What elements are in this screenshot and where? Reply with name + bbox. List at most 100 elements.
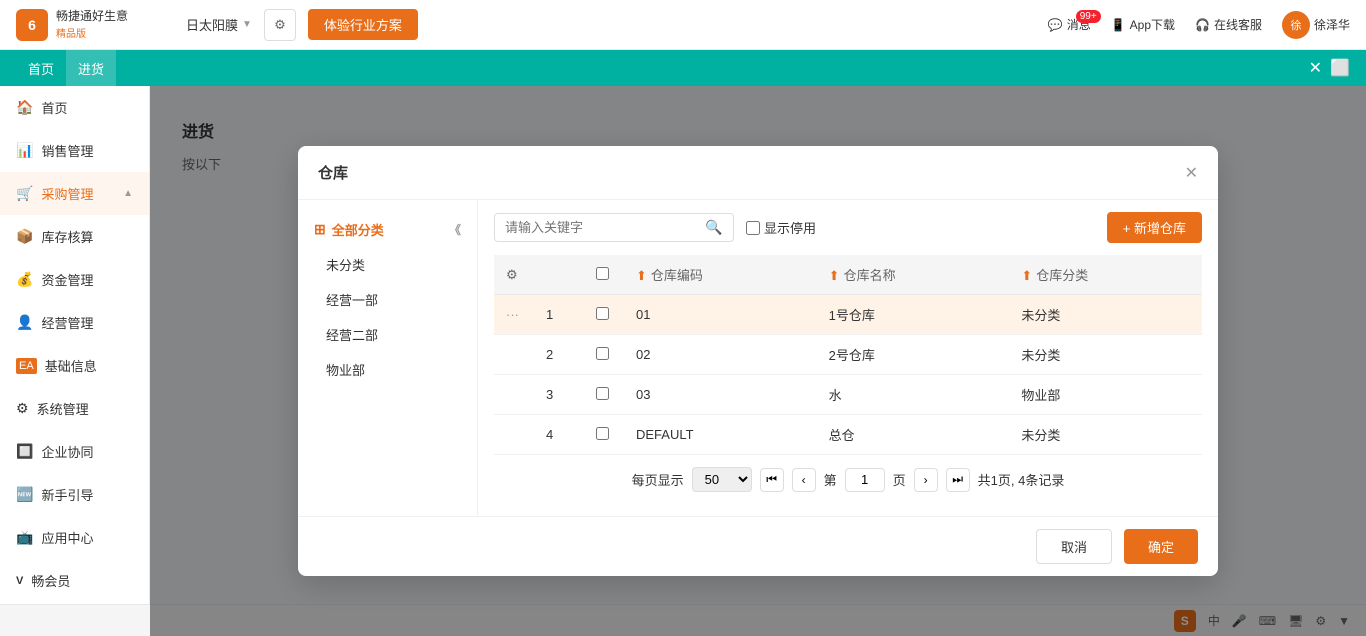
logo-icon: 6 <box>16 9 48 41</box>
category-header[interactable]: ⊞ 全部分类 《 <box>298 212 477 247</box>
row-name: 水 <box>817 375 1010 415</box>
row-code: 02 <box>624 335 817 375</box>
nav-bar: 首页 进货 ✕ ⬜ <box>0 50 1366 86</box>
table-row[interactable]: ··· 1 01 1号仓库 未分类 <box>494 295 1202 335</box>
sidebar-item-home[interactable]: 🏠 首页 <box>0 86 149 129</box>
page-number-input[interactable] <box>845 468 885 492</box>
basic-info-icon: EA <box>16 358 37 374</box>
guide-icon: 🆕 <box>16 486 33 503</box>
next-page-button[interactable]: › <box>914 468 938 492</box>
per-page-label: 每页显示 <box>632 470 684 489</box>
pagination: 每页显示 50 100 200 ⏮ ‹ 第 页 › <box>494 455 1202 504</box>
row-select-checkbox[interactable] <box>596 347 609 360</box>
user-item[interactable]: 徐 徐泽华 <box>1282 11 1350 39</box>
chevron-down-icon: ▼ <box>242 19 252 30</box>
show-disabled-label[interactable]: 显示停用 <box>746 218 816 237</box>
select-all-checkbox[interactable] <box>596 267 609 280</box>
row-select-checkbox[interactable] <box>596 387 609 400</box>
row-category: 未分类 <box>1009 335 1202 375</box>
sidebar-label-sales: 销售管理 <box>41 141 93 160</box>
online-service-item[interactable]: 🎧 在线客服 <box>1195 16 1262 33</box>
confirm-button[interactable]: 确定 <box>1124 529 1198 564</box>
total-label: 共1页, 4条记录 <box>978 470 1065 489</box>
category-item-op2[interactable]: 经营二部 <box>298 317 477 352</box>
nav-expand-button[interactable]: ⬜ <box>1330 58 1350 78</box>
sidebar: 🏠 首页 📊 销售管理 🛒 采购管理 ▲ 📦 库存核算 💰 资金管理 👤 经营管… <box>0 86 150 636</box>
page-unit: 页 <box>893 470 906 489</box>
page-label: 第 <box>824 470 837 489</box>
sidebar-item-basic-info[interactable]: EA 基础信息 <box>0 344 149 387</box>
nav-current[interactable]: 进货 <box>66 50 116 86</box>
row-num: 2 <box>534 335 584 375</box>
username-initial: 徐 <box>1290 17 1301 33</box>
messages-item[interactable]: 💬 消息 99+ <box>1048 16 1091 33</box>
last-page-button[interactable]: ⏭ <box>946 468 970 492</box>
sidebar-item-purchase[interactable]: 🛒 采购管理 ▲ <box>0 172 149 215</box>
add-warehouse-button[interactable]: + 新增仓库 <box>1107 212 1202 243</box>
sidebar-item-sales[interactable]: 📊 销售管理 <box>0 129 149 172</box>
nav-close-button[interactable]: ✕ <box>1309 58 1322 78</box>
inventory-icon: 📦 <box>16 228 33 245</box>
category-all-label: 全部分类 <box>332 220 384 239</box>
sidebar-label-enterprise: 企业协同 <box>41 442 93 461</box>
online-service-label: 在线客服 <box>1214 16 1262 33</box>
warehouse-modal: 仓库 ✕ ⊞ 全部分类 《 未分类 经营一部 经营二部 <box>298 146 1218 576</box>
table-header-row: ⚙ ⬆仓库编码 <box>494 255 1202 295</box>
category-item-property[interactable]: 物业部 <box>298 352 477 387</box>
cancel-button[interactable]: 取消 <box>1036 529 1112 564</box>
th-num <box>534 255 584 295</box>
row-select-checkbox[interactable] <box>596 427 609 440</box>
category-item-unclassified[interactable]: 未分类 <box>298 247 477 282</box>
table-toolbar: 🔍 显示停用 + 新增仓库 <box>494 212 1202 243</box>
sidebar-item-operations[interactable]: 👤 经营管理 <box>0 301 149 344</box>
row-checkbox <box>584 335 624 375</box>
th-name: ⬆仓库名称 <box>817 255 1010 295</box>
table-row[interactable]: 3 03 水 物业部 <box>494 375 1202 415</box>
sidebar-item-enterprise[interactable]: 🔲 企业协同 <box>0 430 149 473</box>
sidebar-label-operations: 经营管理 <box>41 313 93 332</box>
enterprise-icon: 🔲 <box>16 443 33 460</box>
collapse-icon[interactable]: 《 <box>449 221 461 238</box>
sidebar-item-member[interactable]: V 畅会员 <box>0 559 149 602</box>
table-row[interactable]: 2 02 2号仓库 未分类 <box>494 335 1202 375</box>
search-icon[interactable]: 🔍 <box>705 219 722 236</box>
modal-close-button[interactable]: ✕ <box>1185 163 1198 183</box>
category-item-op1[interactable]: 经营一部 <box>298 282 477 317</box>
row-name: 1号仓库 <box>817 295 1010 335</box>
show-disabled-checkbox[interactable] <box>746 221 760 235</box>
row-checkbox <box>584 415 624 455</box>
app-download-label: App下载 <box>1130 16 1175 33</box>
settings-button[interactable]: ⚙ <box>264 9 296 41</box>
search-box: 🔍 <box>494 213 734 242</box>
table-head: ⚙ ⬆仓库编码 <box>494 255 1202 295</box>
category-panel: ⊞ 全部分类 《 未分类 经营一部 经营二部 物业部 <box>298 200 478 516</box>
sidebar-label-member: 畅会员 <box>31 571 70 590</box>
row-select-checkbox[interactable] <box>596 307 609 320</box>
headset-icon: 🎧 <box>1195 18 1210 32</box>
th-checkbox <box>584 255 624 295</box>
modal-footer: 取消 确定 <box>298 516 1218 576</box>
table-row[interactable]: 4 DEFAULT 总仓 未分类 <box>494 415 1202 455</box>
nav-home[interactable]: 首页 <box>16 50 66 86</box>
prev-page-button[interactable]: ‹ <box>792 468 816 492</box>
message-icon: 💬 <box>1048 18 1063 32</box>
grid-icon: ⊞ <box>314 221 326 238</box>
sidebar-item-system[interactable]: ⚙ 系统管理 <box>0 387 149 430</box>
sidebar-item-finance[interactable]: 💰 资金管理 <box>0 258 149 301</box>
app-download-item[interactable]: 📱 App下载 <box>1111 16 1175 33</box>
sidebar-item-apps[interactable]: 📺 应用中心 <box>0 516 149 559</box>
per-page-select[interactable]: 50 100 200 <box>692 467 752 492</box>
first-page-button[interactable]: ⏮ <box>760 468 784 492</box>
trial-button[interactable]: 体验行业方案 <box>308 9 418 40</box>
warehouse-table: ⚙ ⬆仓库编码 <box>494 255 1202 455</box>
sidebar-item-inventory[interactable]: 📦 库存核算 <box>0 215 149 258</box>
sidebar-item-guide[interactable]: 🆕 新手引导 <box>0 473 149 516</box>
mobile-icon: 📱 <box>1111 18 1126 32</box>
sort-icon-name: ⬆ <box>829 268 840 283</box>
more-icon[interactable]: ··· <box>506 307 519 322</box>
store-selector[interactable]: 日太阳膜 ▼ <box>186 15 252 34</box>
th-code: ⬆仓库编码 <box>624 255 817 295</box>
modal-title: 仓库 <box>318 162 348 183</box>
search-input[interactable] <box>505 220 705 235</box>
row-code: 03 <box>624 375 817 415</box>
